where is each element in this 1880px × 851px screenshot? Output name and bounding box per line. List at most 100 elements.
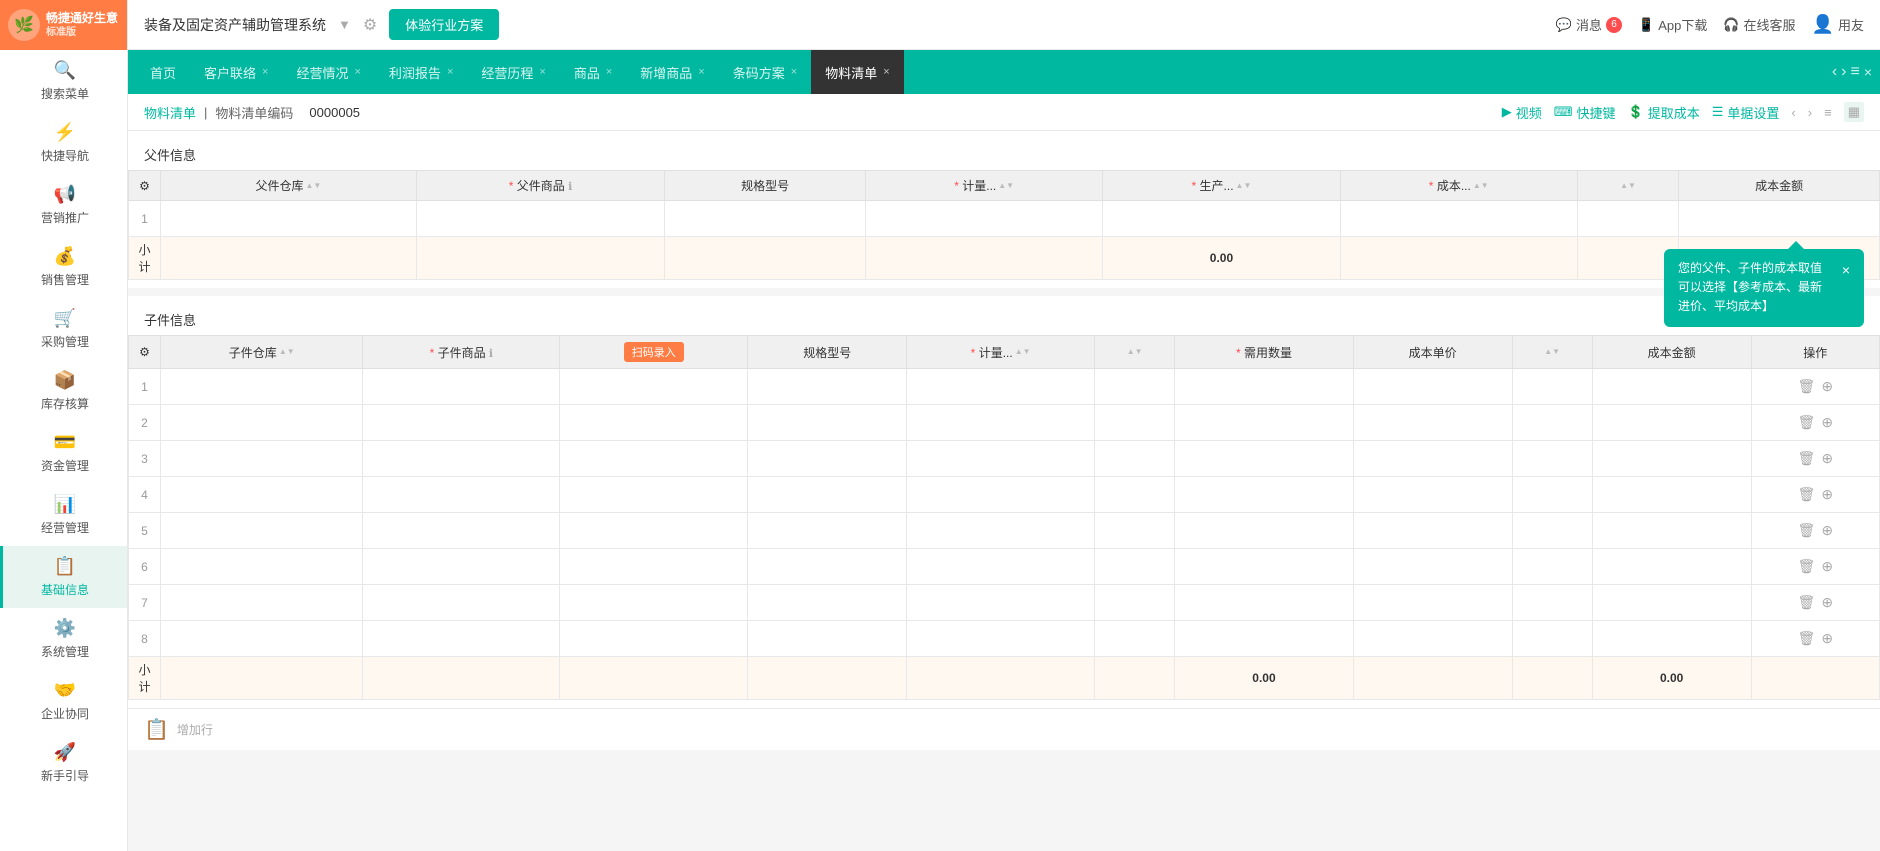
child-row1-unit[interactable] xyxy=(907,369,1095,405)
tab-goods-close[interactable]: × xyxy=(606,66,612,78)
sidebar-item-purchase[interactable]: 🛒 采购管理 xyxy=(0,298,127,360)
trial-button[interactable]: 体验行业方案 xyxy=(389,9,499,40)
dropdown-arrow-icon[interactable]: ▼ xyxy=(338,17,351,32)
tab-profit[interactable]: 利润报告 × xyxy=(375,50,467,94)
child-row8-unit[interactable] xyxy=(907,621,1095,657)
tab-operations-close[interactable]: × xyxy=(354,66,360,78)
message-button[interactable]: 💬 消息 6 xyxy=(1556,15,1622,34)
copy-icon-4[interactable]: ⊕ xyxy=(1821,486,1833,503)
parent-row1-spec[interactable] xyxy=(665,201,866,237)
child-row7-warehouse[interactable] xyxy=(161,585,363,621)
child-row7-qty[interactable] xyxy=(1175,585,1353,621)
child-row5-spec[interactable] xyxy=(748,513,907,549)
child-row2-product[interactable] xyxy=(363,405,560,441)
child-row8-product[interactable] xyxy=(363,621,560,657)
child-row1-qty[interactable] xyxy=(1175,369,1353,405)
nav-menu-icon[interactable]: ≡ xyxy=(1850,63,1859,81)
copy-icon-2[interactable]: ⊕ xyxy=(1821,414,1833,431)
nav-arrow-left[interactable]: ‹ xyxy=(1791,105,1795,120)
breadcrumb-first[interactable]: 物料清单 xyxy=(144,103,196,122)
sidebar-item-operations[interactable]: 📊 经营管理 xyxy=(0,484,127,546)
tooltip-close-button[interactable]: × xyxy=(1842,259,1850,281)
delete-icon-5[interactable]: 🗑 xyxy=(1798,522,1816,539)
sidebar-item-guide[interactable]: 🚀 新手引导 xyxy=(0,732,127,794)
parent-row1-cost[interactable] xyxy=(1340,201,1577,237)
delete-icon-2[interactable]: 🗑 xyxy=(1798,414,1816,431)
child-row1-product[interactable] xyxy=(363,369,560,405)
child-row3-qty[interactable] xyxy=(1175,441,1353,477)
copy-icon-8[interactable]: ⊕ xyxy=(1821,630,1833,647)
settings-icon[interactable]: ⚙ xyxy=(363,15,377,35)
child-row6-product[interactable] xyxy=(363,549,560,585)
child-row3-unit[interactable] xyxy=(907,441,1095,477)
scan-button[interactable]: 扫码录入 xyxy=(624,342,684,362)
child-row6-warehouse[interactable] xyxy=(161,549,363,585)
delete-icon-1[interactable]: 🗑 xyxy=(1798,378,1816,395)
child-row8-spec[interactable] xyxy=(748,621,907,657)
child-row4-spec[interactable] xyxy=(748,477,907,513)
sidebar-item-finance[interactable]: 💳 资金管理 xyxy=(0,422,127,484)
nav-arrow-right[interactable]: › xyxy=(1808,105,1812,120)
view-action[interactable]: ▶ 视频 xyxy=(1502,103,1542,122)
child-row6-spec[interactable] xyxy=(748,549,907,585)
settings-action[interactable]: ☰ 单据设置 xyxy=(1712,103,1780,122)
child-row4-qty[interactable] xyxy=(1175,477,1353,513)
sidebar-item-basic[interactable]: 📋 基础信息 xyxy=(0,546,127,608)
nav-next-icon[interactable]: › xyxy=(1841,63,1846,81)
tab-goods[interactable]: 商品 × xyxy=(560,50,626,94)
child-row6-unit[interactable] xyxy=(907,549,1095,585)
sidebar-item-inventory[interactable]: 📦 库存核算 xyxy=(0,360,127,422)
nav-prev-icon[interactable]: ‹ xyxy=(1832,63,1837,81)
child-row2-qty[interactable] xyxy=(1175,405,1353,441)
delete-icon-6[interactable]: 🗑 xyxy=(1798,558,1816,575)
online-service-button[interactable]: 🎧 在线客服 xyxy=(1723,15,1795,34)
child-row5-unitprice[interactable] xyxy=(1353,513,1512,549)
parent-row1-produce[interactable] xyxy=(1103,201,1340,237)
cost-action[interactable]: 💲 提取成本 xyxy=(1628,103,1700,122)
child-row2-spec[interactable] xyxy=(748,405,907,441)
tab-barcode[interactable]: 条码方案 × xyxy=(719,50,811,94)
child-row3-warehouse[interactable] xyxy=(161,441,363,477)
tab-profit-close[interactable]: × xyxy=(447,66,453,78)
user-menu-button[interactable]: 👤 用友 xyxy=(1812,14,1864,35)
child-row7-spec[interactable] xyxy=(748,585,907,621)
app-download-button[interactable]: 📱 App下载 xyxy=(1638,15,1707,34)
child-row1-spec[interactable] xyxy=(748,369,907,405)
child-row4-unitprice[interactable] xyxy=(1353,477,1512,513)
tab-history-close[interactable]: × xyxy=(539,66,545,78)
sidebar-item-marketing[interactable]: 📢 营销推广 xyxy=(0,174,127,236)
parent-row1-product[interactable] xyxy=(416,201,665,237)
child-row2-warehouse[interactable] xyxy=(161,405,363,441)
child-row3-unitprice[interactable] xyxy=(1353,441,1512,477)
parent-row1-unit[interactable] xyxy=(866,201,1103,237)
child-row4-unit[interactable] xyxy=(907,477,1095,513)
delete-icon-4[interactable]: 🗑 xyxy=(1798,486,1816,503)
child-row7-unitprice[interactable] xyxy=(1353,585,1512,621)
child-row6-qty[interactable] xyxy=(1175,549,1353,585)
nav-close-all-icon[interactable]: × xyxy=(1864,64,1872,80)
tab-barcode-close[interactable]: × xyxy=(791,66,797,78)
child-row3-product[interactable] xyxy=(363,441,560,477)
child-row3-spec[interactable] xyxy=(748,441,907,477)
parent-row1-warehouse[interactable] xyxy=(161,201,417,237)
shortcut-action[interactable]: ⌨ 快捷键 xyxy=(1554,103,1616,122)
copy-icon-6[interactable]: ⊕ xyxy=(1821,558,1833,575)
child-row5-unit[interactable] xyxy=(907,513,1095,549)
sidebar-item-search[interactable]: 🔍 搜索菜单 xyxy=(0,50,127,112)
copy-icon-7[interactable]: ⊕ xyxy=(1821,594,1833,611)
sidebar-item-system[interactable]: ⚙️ 系统管理 xyxy=(0,608,127,670)
child-row2-unitprice[interactable] xyxy=(1353,405,1512,441)
child-row4-warehouse[interactable] xyxy=(161,477,363,513)
tab-bom-close[interactable]: × xyxy=(883,66,889,78)
list-view-icon[interactable]: ≡ xyxy=(1824,105,1832,120)
child-row6-unitprice[interactable] xyxy=(1353,549,1512,585)
tab-customer[interactable]: 客户联络 × xyxy=(190,50,282,94)
child-row7-product[interactable] xyxy=(363,585,560,621)
child-row8-warehouse[interactable] xyxy=(161,621,363,657)
child-row1-warehouse[interactable] xyxy=(161,369,363,405)
child-row8-unitprice[interactable] xyxy=(1353,621,1512,657)
tab-bom[interactable]: 物料清单 × xyxy=(811,50,903,94)
sidebar-item-sales[interactable]: 💰 销售管理 xyxy=(0,236,127,298)
copy-icon-3[interactable]: ⊕ xyxy=(1821,450,1833,467)
split-view-icon[interactable]: ▦ xyxy=(1844,102,1864,122)
